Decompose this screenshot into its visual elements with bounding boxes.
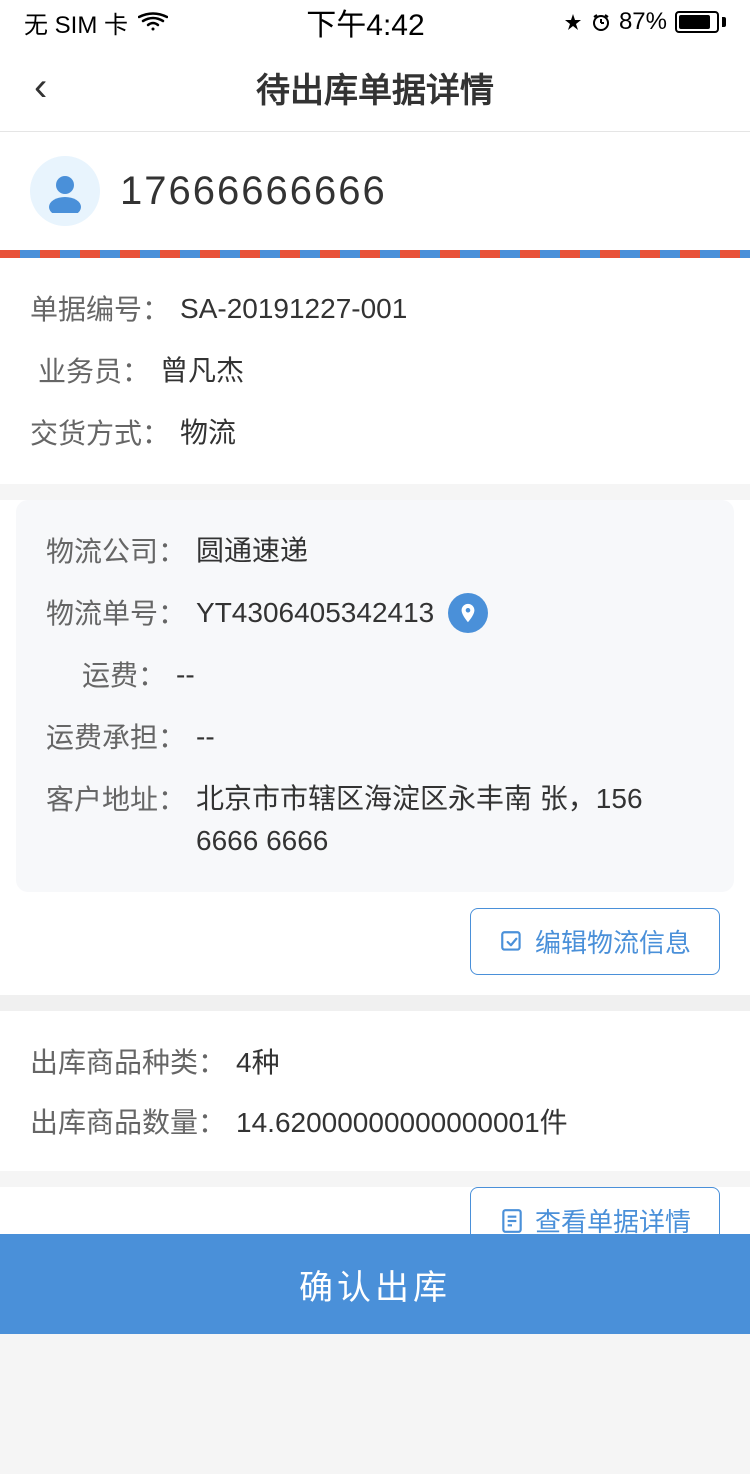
freight-label: 运费： (46, 654, 176, 694)
document-number-row: 单据编号： SA-20191227-001 (30, 288, 720, 330)
logistics-company-row: 物流公司： 圆通速递 (46, 530, 704, 572)
document-icon (499, 1208, 525, 1234)
goods-type-row: 出库商品种类： 4种 (30, 1041, 720, 1081)
freight-bearer-value: -- (196, 716, 704, 758)
user-avatar-icon (43, 169, 87, 213)
confirm-outbound-button[interactable]: 确认出库 (299, 1260, 451, 1309)
address-label: 客户地址： (46, 778, 196, 818)
battery-icon (675, 11, 726, 33)
nav-bar: ‹ 待出库单据详情 (0, 44, 750, 132)
sales-person-row: 业务员： 曾凡杰 (30, 350, 720, 392)
status-time: 下午4:42 (306, 0, 424, 44)
customer-phone: 17666666666 (120, 169, 387, 214)
document-number-value: SA-20191227-001 (180, 288, 720, 330)
sales-person-value: 曾凡杰 (160, 350, 720, 392)
goods-quantity-row: 出库商品数量： 14.62000000000000001件 (30, 1101, 720, 1141)
logistics-company-label: 物流公司： (46, 530, 196, 570)
avatar (30, 156, 100, 226)
confirm-button-wrap: 确认出库 (0, 1234, 750, 1334)
tracking-number-label: 物流单号： (46, 592, 196, 632)
delivery-method-row: 交货方式： 物流 (30, 412, 720, 454)
edit-logistics-button[interactable]: 编辑物流信息 (470, 908, 720, 975)
goods-quantity-value: 14.62000000000000001件 (236, 1101, 568, 1141)
tracking-location-icon[interactable] (448, 593, 488, 633)
tracking-number-text: YT4306405342413 (196, 592, 434, 634)
freight-row: 运费： -- (46, 654, 704, 696)
tracking-number-row: 物流单号： YT4306405342413 (46, 592, 704, 634)
goods-section: 出库商品种类： 4种 出库商品数量： 14.62000000000000001件 (0, 1011, 750, 1171)
tracking-number-value: YT4306405342413 (196, 592, 704, 634)
customer-section: 17666666666 (0, 132, 750, 250)
address-row: 客户地址： 北京市市辖区海淀区永丰南 张，156 6666 6666 (46, 778, 704, 862)
document-number-label: 单据编号： (30, 288, 180, 328)
status-carrier: 无 SIM 卡 (24, 5, 168, 40)
edit-icon (499, 929, 525, 955)
section-divider (0, 995, 750, 1011)
back-button[interactable]: ‹ (24, 55, 57, 120)
freight-bearer-row: 运费承担： -- (46, 716, 704, 758)
freight-value: -- (176, 654, 704, 696)
logistics-card: 物流公司： 圆通速递 物流单号： YT4306405342413 运费： -- … (16, 500, 734, 892)
delivery-method-value: 物流 (180, 412, 720, 454)
carrier-text: 无 SIM 卡 (24, 5, 128, 40)
alarm-icon (591, 12, 611, 32)
address-value: 北京市市辖区海淀区永丰南 张，156 6666 6666 (196, 778, 704, 862)
pin-icon (457, 602, 479, 624)
sales-person-label: 业务员： (30, 350, 160, 390)
basic-info-section: 单据编号： SA-20191227-001 业务员： 曾凡杰 交货方式： 物流 (0, 258, 750, 484)
delivery-method-label: 交货方式： (30, 412, 180, 452)
page-title: 待出库单据详情 (256, 63, 494, 112)
goods-type-label: 出库商品种类： (30, 1041, 236, 1081)
status-bar: 无 SIM 卡 下午4:42 87% (0, 0, 750, 44)
battery-text: 87% (619, 8, 667, 36)
edit-btn-row: 编辑物流信息 (0, 908, 750, 995)
freight-bearer-label: 运费承担： (46, 716, 196, 756)
dashed-separator (0, 250, 750, 258)
status-right: 87% (563, 8, 726, 36)
edit-button-label: 编辑物流信息 (535, 923, 691, 960)
goods-quantity-label: 出库商品数量： (30, 1101, 236, 1141)
goods-type-value: 4种 (236, 1041, 280, 1081)
location-status-icon (563, 12, 583, 32)
wifi-icon (138, 11, 168, 33)
logistics-company-value: 圆通速递 (196, 530, 704, 572)
